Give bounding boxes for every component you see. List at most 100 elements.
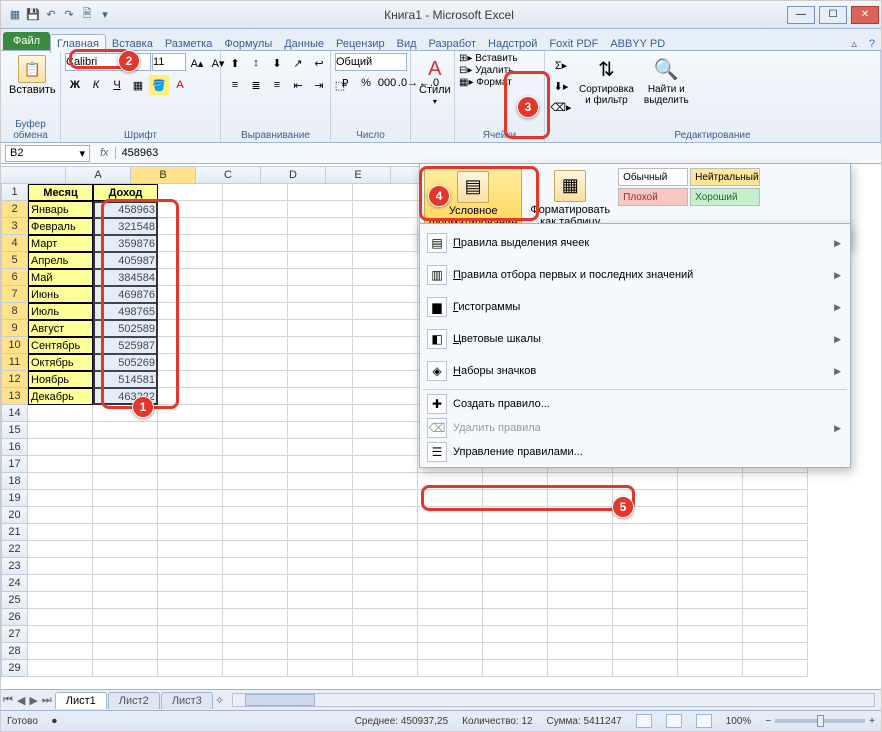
cell[interactable] [288,643,353,660]
cell[interactable] [158,269,223,286]
view-layout-icon[interactable] [666,714,682,728]
cell[interactable] [223,592,288,609]
cell[interactable] [613,609,678,626]
cell[interactable] [288,354,353,371]
cell[interactable] [288,558,353,575]
cell[interactable] [288,541,353,558]
cell[interactable] [743,575,808,592]
qat-dropdown-icon[interactable]: ▾ [97,7,113,23]
cell[interactable] [223,354,288,371]
cell[interactable]: 502589 [93,320,158,337]
zoom-in-icon[interactable]: + [869,716,875,727]
align-bottom-icon[interactable]: ⬇ [267,53,287,73]
menu-item-iconsets[interactable]: ◈Наборы значков▶ [423,355,847,387]
cell[interactable] [223,218,288,235]
cell[interactable] [743,473,808,490]
cell[interactable] [28,524,93,541]
cell[interactable]: 405987 [93,252,158,269]
cell[interactable] [288,592,353,609]
select-all-corner[interactable] [1,166,66,184]
name-box[interactable]: B2▾ [5,145,90,162]
cell[interactable]: Июнь [28,286,93,303]
cell[interactable] [353,303,418,320]
cell[interactable] [223,303,288,320]
column-header[interactable]: E [326,166,391,184]
cell[interactable] [93,609,158,626]
cell[interactable]: 498765 [93,303,158,320]
row-header[interactable]: 3 [1,218,28,235]
decrease-indent-icon[interactable]: ⇤ [288,75,308,95]
row-header[interactable]: 2 [1,201,28,218]
cell[interactable] [28,592,93,609]
close-button[interactable]: ✕ [851,6,879,24]
cell[interactable] [418,507,483,524]
cell[interactable] [483,660,548,677]
cell[interactable] [158,541,223,558]
macro-record-icon[interactable]: ⏺ [52,716,57,727]
cell[interactable] [353,218,418,235]
cell[interactable] [548,490,613,507]
menu-item-colorscales[interactable]: ◧Цветовые шкалы▶ [423,323,847,355]
cell[interactable] [418,592,483,609]
cell[interactable] [158,320,223,337]
cell[interactable] [223,558,288,575]
cell[interactable] [353,320,418,337]
cell[interactable] [288,388,353,405]
save-icon[interactable]: 💾 [25,7,41,23]
cell[interactable] [483,643,548,660]
cell[interactable]: Август [28,320,93,337]
row-header[interactable]: 22 [1,541,28,558]
wrap-text-icon[interactable]: ↩ [309,53,329,73]
cell[interactable] [158,218,223,235]
cell[interactable] [353,354,418,371]
cell[interactable]: 321548 [93,218,158,235]
help-icon[interactable]: ? [863,38,881,50]
row-header[interactable]: 20 [1,507,28,524]
row-header[interactable]: 21 [1,524,28,541]
cell[interactable] [158,592,223,609]
italic-button[interactable]: К [86,75,106,95]
cell[interactable] [548,575,613,592]
row-header[interactable]: 6 [1,269,28,286]
insert-cells-button[interactable]: ⊞▸ Вставить [459,53,518,64]
cell[interactable] [678,558,743,575]
cell[interactable] [158,252,223,269]
row-header[interactable]: 28 [1,643,28,660]
cell[interactable] [288,337,353,354]
cell[interactable] [613,592,678,609]
cell[interactable] [353,592,418,609]
cell[interactable] [158,422,223,439]
cell[interactable]: Октябрь [28,354,93,371]
cell[interactable] [418,626,483,643]
cell[interactable] [548,643,613,660]
cell[interactable] [28,456,93,473]
cell[interactable] [223,609,288,626]
cell[interactable]: Февраль [28,218,93,235]
new-sheet-icon[interactable]: ✧ [213,694,226,707]
cell[interactable] [28,473,93,490]
cell[interactable] [483,609,548,626]
cell[interactable] [223,269,288,286]
cell[interactable] [223,575,288,592]
cell[interactable]: Декабрь [28,388,93,405]
currency-icon[interactable]: ₽ [335,73,355,93]
cell[interactable] [158,490,223,507]
cell[interactable] [483,558,548,575]
cell[interactable] [743,609,808,626]
cell[interactable] [418,575,483,592]
cell[interactable] [678,592,743,609]
redo-icon[interactable]: ↷ [61,7,77,23]
cell-style-normal[interactable]: Обычный [618,168,688,186]
cell[interactable] [28,609,93,626]
cell[interactable]: 458963 [93,201,158,218]
cell[interactable] [158,201,223,218]
cell[interactable] [483,524,548,541]
comma-icon[interactable]: 000 [377,73,397,93]
cell[interactable] [353,507,418,524]
cell[interactable] [743,507,808,524]
cell[interactable] [613,558,678,575]
cell[interactable] [28,541,93,558]
cell[interactable] [223,252,288,269]
cell[interactable] [93,439,158,456]
cell[interactable] [743,541,808,558]
